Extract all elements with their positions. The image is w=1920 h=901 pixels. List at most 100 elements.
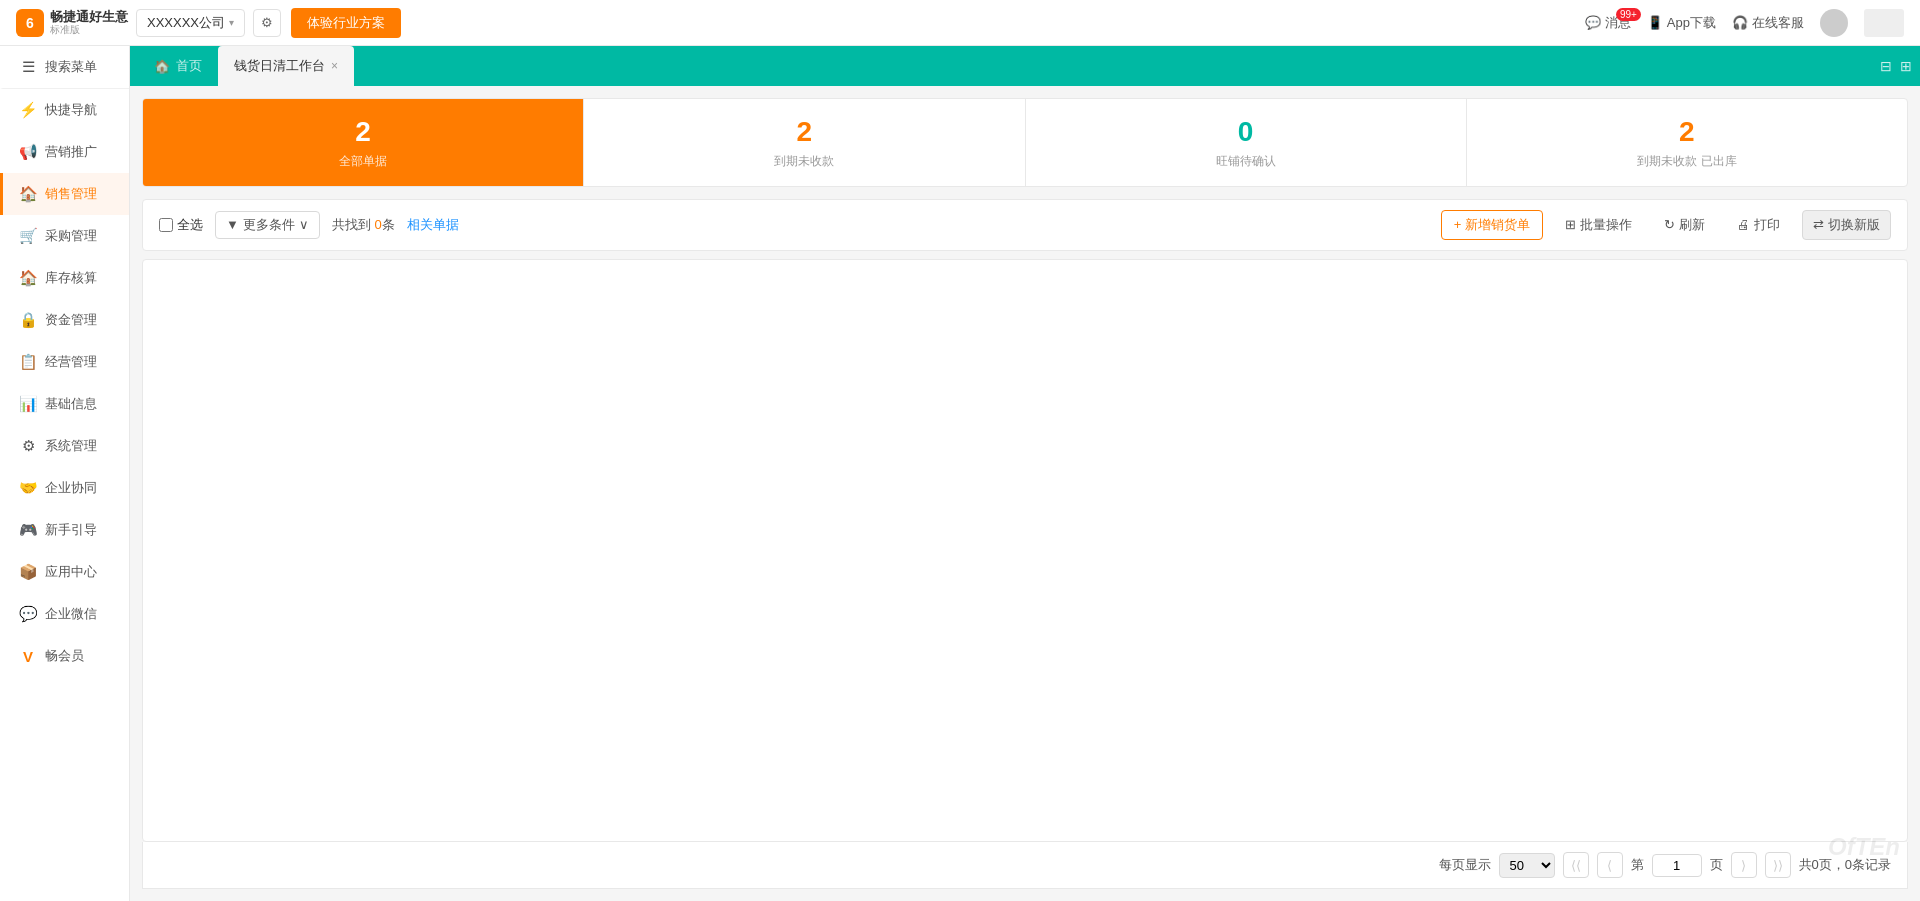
sidebar-item-purchase[interactable]: 🛒 采购管理 [0,215,129,257]
sidebar-item-app-center[interactable]: 📦 应用中心 [0,551,129,593]
sidebar-item-wechat[interactable]: 💬 企业微信 [0,593,129,635]
wechat-icon: 💬 [19,605,37,623]
found-text: 共找到 0条 [332,216,395,234]
online-service-label: 在线客服 [1752,14,1804,32]
header: 6 畅捷通好生意 标准版 XXXXXX公司 ▾ ⚙ 体验行业方案 💬 消息 99… [0,0,1920,46]
sidebar-purchase-label: 采购管理 [45,227,97,245]
sidebar-search-label: 搜索菜单 [45,58,97,76]
total-label: 共0页，0条记录 [1799,856,1891,874]
message-icon: 💬 [1585,15,1601,30]
sidebar-item-cooperation[interactable]: 🤝 企业协同 [0,467,129,509]
related-link[interactable]: 相关单据 [407,216,459,234]
stat-label-all: 全部单据 [163,153,563,170]
sidebar-item-sales[interactable]: 🏠 销售管理 [0,173,129,215]
refresh-label: 刷新 [1679,216,1705,234]
cooperation-icon: 🤝 [19,479,37,497]
service-icon: 🎧 [1732,15,1748,30]
stat-card-overdue[interactable]: 2 到期未收款 [584,99,1025,186]
company-dropdown-icon: ▾ [229,17,234,28]
tab-bar: 🏠 首页 钱货日清工作台 × ⊟ ⊞ [130,46,1920,86]
sidebar-operations-label: 经营管理 [45,353,97,371]
stat-num-overdue-shipped: 2 [1487,115,1887,149]
sidebar-item-vip[interactable]: V 畅会员 [0,635,129,677]
sidebar-item-marketing[interactable]: 📢 营销推广 [0,131,129,173]
system-icon: ⚙ [19,437,37,455]
sidebar-item-search[interactable]: ☰ 搜索菜单 [0,46,129,89]
messages-button[interactable]: 💬 消息 99+ [1585,14,1631,32]
sidebar-item-guide[interactable]: 🎮 新手引导 [0,509,129,551]
sidebar-system-label: 系统管理 [45,437,97,455]
sales-icon: 🏠 [19,185,37,203]
sidebar-quick-nav-label: 快捷导航 [45,101,97,119]
main-content: 🏠 首页 钱货日清工作台 × ⊟ ⊞ 2 全部单据 2 到期未收款 0 旺铺待确 [130,46,1920,901]
trial-button[interactable]: 体验行业方案 [291,8,401,38]
online-service-button[interactable]: 🎧 在线客服 [1732,14,1804,32]
print-icon: 🖨 [1737,217,1750,232]
sidebar-marketing-label: 营销推广 [45,143,97,161]
stat-card-pending[interactable]: 0 旺铺待确认 [1026,99,1467,186]
tab-home[interactable]: 🏠 首页 [138,46,218,86]
search-menu-icon: ☰ [19,58,37,76]
sidebar-item-finance[interactable]: 🔒 资金管理 [0,299,129,341]
table-area [142,259,1908,842]
settings-button[interactable]: ⚙ [253,9,281,37]
tab-expand-icon[interactable]: ⊞ [1900,58,1912,74]
home-icon: 🏠 [154,59,170,74]
sidebar: ☰ 搜索菜单 ⚡ 快捷导航 📢 营销推广 🏠 销售管理 🛒 采购管理 🏠 库存核… [0,46,130,901]
filter-button[interactable]: ▼ 更多条件 ∨ [215,211,320,239]
operations-icon: 📋 [19,353,37,371]
found-num: 0 [375,217,382,232]
stat-num-all: 2 [163,115,563,149]
tab-close-icon[interactable]: × [331,59,338,73]
sidebar-sales-label: 销售管理 [45,185,97,203]
new-sale-button[interactable]: + 新增销货单 [1441,210,1543,240]
sidebar-item-quick-nav[interactable]: ⚡ 快捷导航 [0,89,129,131]
per-page-label: 每页显示 [1439,856,1491,874]
select-all-label[interactable]: 全选 [159,216,203,234]
company-name: XXXXXX公司 [147,14,225,32]
avatar[interactable] [1820,9,1848,37]
sidebar-basic-info-label: 基础信息 [45,395,97,413]
page-input[interactable] [1652,854,1702,877]
tab-workbench[interactable]: 钱货日清工作台 × [218,46,354,86]
sidebar-item-inventory[interactable]: 🏠 库存核算 [0,257,129,299]
stat-card-overdue-shipped[interactable]: 2 到期未收款 已出库 [1467,99,1907,186]
tab-minimize-icon[interactable]: ⊟ [1880,58,1892,74]
switch-version-button[interactable]: ⇄ 切换新版 [1802,210,1891,240]
app-download-button[interactable]: 📱 App下载 [1647,14,1716,32]
batch-label: 批量操作 [1580,216,1632,234]
guide-icon: 🎮 [19,521,37,539]
sidebar-wechat-label: 企业微信 [45,605,97,623]
sidebar-item-system[interactable]: ⚙ 系统管理 [0,425,129,467]
tab-home-label: 首页 [176,57,202,75]
last-page-button[interactable]: ⟩⟩ [1765,852,1791,878]
print-button[interactable]: 🖨 打印 [1727,211,1790,239]
next-page-button[interactable]: ⟩ [1731,852,1757,878]
sidebar-cooperation-label: 企业协同 [45,479,97,497]
per-page-select[interactable]: 50 10 20 100 [1499,853,1555,878]
stat-card-all[interactable]: 2 全部单据 [143,99,584,186]
refresh-button[interactable]: ↻ 刷新 [1654,211,1715,239]
tab-workbench-label: 钱货日清工作台 [234,57,325,75]
batch-icon: ⊞ [1565,217,1576,232]
page-unit: 页 [1710,856,1723,874]
stat-num-pending: 0 [1046,115,1446,149]
batch-button[interactable]: ⊞ 批量操作 [1555,211,1642,239]
company-selector[interactable]: XXXXXX公司 ▾ [136,9,245,37]
switch-label: 切换新版 [1828,216,1880,234]
sidebar-finance-label: 资金管理 [45,311,97,329]
sidebar-guide-label: 新手引导 [45,521,97,539]
filter-icon: ▼ [226,217,239,232]
stats-row: 2 全部单据 2 到期未收款 0 旺铺待确认 2 到期未收款 已出库 [142,98,1908,187]
first-page-button[interactable]: ⟨⟨ [1563,852,1589,878]
stat-label-overdue: 到期未收款 [604,153,1004,170]
stat-label-pending: 旺铺待确认 [1046,153,1446,170]
refresh-icon: ↻ [1664,217,1675,232]
prev-page-button[interactable]: ⟨ [1597,852,1623,878]
user-name-area[interactable] [1864,9,1904,37]
sidebar-item-basic-info[interactable]: 📊 基础信息 [0,383,129,425]
select-all-checkbox[interactable] [159,218,173,232]
print-label: 打印 [1754,216,1780,234]
sidebar-item-operations[interactable]: 📋 经营管理 [0,341,129,383]
page-area: 2 全部单据 2 到期未收款 0 旺铺待确认 2 到期未收款 已出库 全选 [130,86,1920,901]
